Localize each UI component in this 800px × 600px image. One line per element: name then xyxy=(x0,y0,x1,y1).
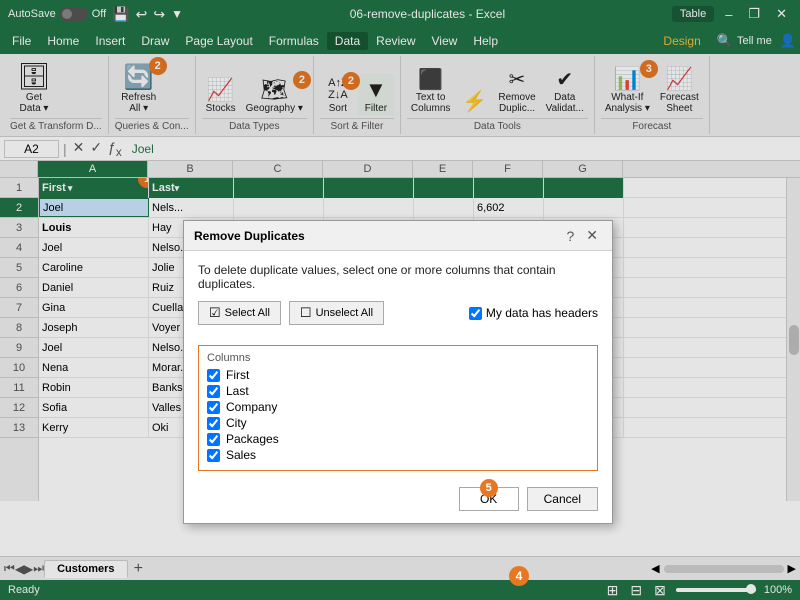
list-item: Last xyxy=(207,384,589,398)
unselect-all-icon: ☐ xyxy=(300,305,312,321)
columns-header: Columns xyxy=(207,352,589,364)
col-packages-checkbox[interactable] xyxy=(207,433,220,446)
dialog-overlay: Remove Duplicates ? ✕ To delete duplicat… xyxy=(0,0,800,600)
list-item: City xyxy=(207,416,589,430)
col-city-checkbox[interactable] xyxy=(207,417,220,430)
col-first-checkbox[interactable] xyxy=(207,369,220,382)
dialog-help-button[interactable]: ? xyxy=(562,227,578,244)
dialog-body: To delete duplicate values, select one o… xyxy=(184,251,612,523)
select-all-button[interactable]: ☑ Select All xyxy=(198,301,281,325)
col-last-label: Last xyxy=(226,384,249,398)
headers-checkbox[interactable] xyxy=(469,307,482,320)
list-item: Company xyxy=(207,400,589,414)
dialog-title-bar: Remove Duplicates ? ✕ xyxy=(184,221,612,251)
list-item: Packages xyxy=(207,432,589,446)
headers-checkbox-row: My data has headers xyxy=(469,306,598,320)
dialog-title-buttons: ? ✕ xyxy=(562,227,602,244)
dialog-title-text: Remove Duplicates xyxy=(194,229,305,243)
list-item: Sales xyxy=(207,448,589,462)
dialog-columns-box: Columns First Last Company City xyxy=(198,345,598,471)
remove-duplicates-dialog: Remove Duplicates ? ✕ To delete duplicat… xyxy=(183,220,613,524)
col-city-label: City xyxy=(226,416,247,430)
col-company-checkbox[interactable] xyxy=(207,401,220,414)
badge-5: 5 xyxy=(480,479,498,497)
unselect-all-label: Unselect All xyxy=(316,307,373,319)
list-item: First xyxy=(207,368,589,382)
dialog-description: To delete duplicate values, select one o… xyxy=(198,263,598,291)
dialog-select-buttons: ☑ Select All ☐ Unselect All xyxy=(198,301,384,325)
col-first-label: First xyxy=(226,368,249,382)
col-sales-label: Sales xyxy=(226,448,256,462)
badge-4: 4 xyxy=(509,566,529,586)
col-sales-checkbox[interactable] xyxy=(207,449,220,462)
headers-checkbox-label: My data has headers xyxy=(486,306,598,320)
select-all-icon: ☑ xyxy=(209,305,221,321)
unselect-all-button[interactable]: ☐ Unselect All xyxy=(289,301,384,325)
select-all-label: Select All xyxy=(225,307,270,319)
col-company-label: Company xyxy=(226,400,277,414)
dialog-footer: OK 5 Cancel xyxy=(198,483,598,511)
dialog-close-button[interactable]: ✕ xyxy=(582,227,602,244)
col-packages-label: Packages xyxy=(226,432,279,446)
col-last-checkbox[interactable] xyxy=(207,385,220,398)
cancel-button[interactable]: Cancel xyxy=(527,487,598,511)
